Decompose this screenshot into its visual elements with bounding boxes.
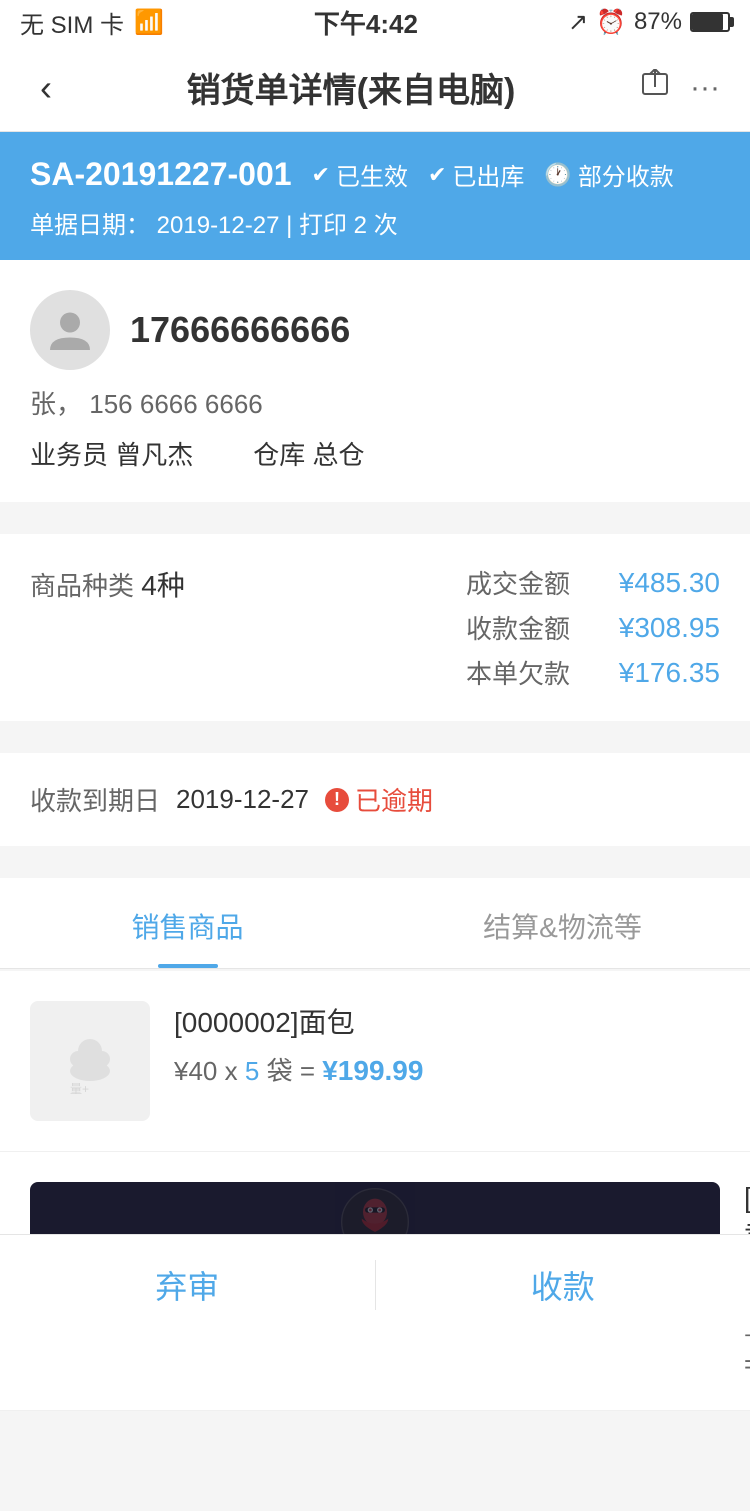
debt-amount: 本单欠款 ¥176.35 — [466, 654, 720, 691]
time-label: 下午4:42 — [314, 4, 418, 41]
check-icon-1: ✔ — [312, 162, 330, 188]
product-type-info: 商品种类 4种 — [30, 564, 185, 604]
status-right: ↗ ⏰ 87% — [568, 8, 730, 37]
summary-row: 商品种类 4种 成交金额 ¥485.30 收款金额 ¥308.95 本单欠款 ¥… — [30, 564, 720, 691]
received-amount: 收款金额 ¥308.95 — [466, 609, 720, 646]
alarm-icon: ⏰ — [596, 8, 626, 37]
due-date-value: 2019-12-27 — [176, 784, 309, 815]
order-header-top: SA-20191227-001 ✔ 已生效 ✔ 已出库 🕐 部分收款 — [30, 156, 720, 193]
order-id: SA-20191227-001 — [30, 156, 292, 193]
product-name-1: [0000002]面包 — [174, 1001, 720, 1041]
wifi-icon: 📶 — [134, 8, 164, 37]
customer-info: 张， 156 6666 6666 — [30, 384, 720, 421]
product-price-1: ¥40 x 5 袋 = ¥199.99 — [174, 1051, 720, 1088]
bottom-bar: 弃审 收款 — [0, 1234, 750, 1334]
customer-meta: 业务员 曾凡杰 仓库 总仓 — [30, 435, 720, 472]
tabs: 销售商品 结算&物流等 — [0, 878, 750, 969]
overdue-text: 已逾期 — [355, 781, 433, 818]
nav-bar: ‹ 销货单详情(来自电脑) ··· — [0, 44, 750, 132]
badge-effective: ✔ 已生效 — [312, 157, 408, 192]
location-icon: ↗ — [568, 8, 588, 37]
due-date-card: 收款到期日 2019-12-27 ! 已逾期 — [0, 753, 750, 846]
product-thumbnail-1: 量+ — [30, 1001, 150, 1121]
nav-actions: ··· — [640, 69, 720, 107]
cancel-button[interactable]: 弃审 — [0, 1235, 375, 1334]
bottom-spacer — [0, 1411, 750, 1511]
check-icon-2: ✔ — [428, 162, 446, 188]
overdue-badge: ! 已逾期 — [325, 781, 433, 818]
separator-3 — [0, 862, 750, 878]
amount-info: 成交金额 ¥485.30 收款金额 ¥308.95 本单欠款 ¥176.35 — [466, 564, 720, 691]
due-date-label: 收款到期日 — [30, 781, 160, 818]
product-list: 量+ [0000002]面包 ¥40 x 5 袋 = ¥199.99 — [0, 971, 750, 1411]
customer-top: 17666666666 — [30, 290, 720, 370]
deal-amount: 成交金额 ¥485.30 — [466, 564, 720, 601]
badge-shipped: ✔ 已出库 — [428, 157, 524, 192]
battery-icon — [690, 12, 730, 32]
salesperson-info: 业务员 曾凡杰 — [30, 435, 193, 472]
overdue-icon: ! — [325, 788, 349, 812]
back-button[interactable]: ‹ — [30, 57, 62, 119]
order-date: 单据日期： 2019-12-27 | 打印 2 次 — [30, 205, 720, 240]
svg-text:量+: 量+ — [70, 1082, 89, 1096]
clock-icon: 🕐 — [544, 162, 571, 188]
product-info-1: [0000002]面包 ¥40 x 5 袋 = ¥199.99 — [174, 1001, 720, 1121]
tab-products[interactable]: 销售商品 — [0, 878, 375, 968]
avatar — [30, 290, 110, 370]
badge-partial-payment: 🕐 部分收款 — [544, 157, 673, 192]
battery-label: 87% — [634, 8, 682, 36]
summary-card: 商品种类 4种 成交金额 ¥485.30 收款金额 ¥308.95 本单欠款 ¥… — [0, 534, 750, 721]
list-item: 量+ [0000002]面包 ¥40 x 5 袋 = ¥199.99 — [0, 971, 750, 1152]
page-title: 销货单详情(来自电脑) — [187, 63, 516, 112]
share-button[interactable] — [640, 69, 670, 107]
customer-phone: 17666666666 — [130, 309, 350, 351]
customer-card: 17666666666 张， 156 6666 6666 业务员 曾凡杰 仓库 … — [0, 260, 750, 502]
confirm-button[interactable]: 收款 — [376, 1235, 750, 1334]
warehouse-info: 仓库 总仓 — [253, 435, 364, 472]
separator-2 — [0, 737, 750, 753]
order-header: SA-20191227-001 ✔ 已生效 ✔ 已出库 🕐 部分收款 单据日期：… — [0, 132, 750, 260]
tab-settlement[interactable]: 结算&物流等 — [375, 878, 750, 968]
more-button[interactable]: ··· — [690, 71, 720, 105]
carrier-label: 无 SIM 卡 — [20, 5, 124, 40]
status-left: 无 SIM 卡 📶 — [20, 5, 164, 40]
separator-1 — [0, 518, 750, 534]
status-bar: 无 SIM 卡 📶 下午4:42 ↗ ⏰ 87% — [0, 0, 750, 44]
